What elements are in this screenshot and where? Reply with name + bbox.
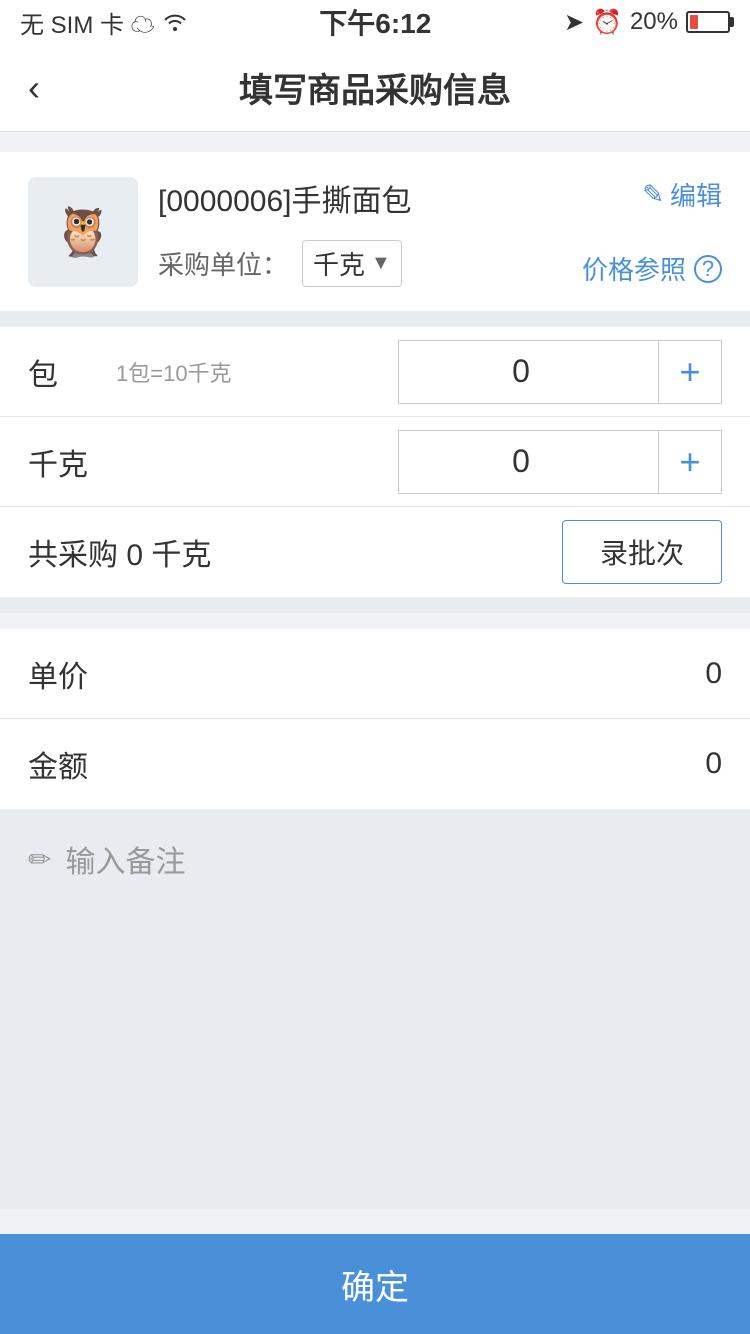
- amount-row: 金额 0: [0, 719, 750, 809]
- back-button[interactable]: ‹: [28, 67, 40, 109]
- price-info-section: 单价 0 金额 0: [0, 629, 750, 809]
- total-purchase-text: 共采购 0 千克: [28, 530, 211, 574]
- kg-field-wrap: +: [398, 430, 722, 494]
- unit-dropdown[interactable]: 千克 ▼: [302, 240, 402, 287]
- product-name: [0000006]手撕面包: [158, 176, 722, 220]
- confirm-button[interactable]: 确定: [0, 1234, 750, 1334]
- unit-price-value: 0: [705, 657, 722, 691]
- pencil-icon: ✏: [28, 843, 51, 876]
- remark-section[interactable]: ✏ 输入备注: [0, 809, 750, 1009]
- kg-quantity-input[interactable]: [398, 430, 658, 494]
- bag-plus-button[interactable]: +: [658, 340, 722, 404]
- alarm-icon: ⏰: [592, 8, 622, 37]
- remark-input-row: ✏ 输入备注: [28, 837, 722, 881]
- status-bar: 无 SIM 卡 ☁ 下午6:12 ➤ ⏰ 20%: [0, 0, 750, 44]
- nav-bar: ‹ 填写商品采购信息: [0, 44, 750, 132]
- bag-label: 包: [28, 350, 108, 394]
- location-icon: ➤: [564, 8, 584, 37]
- product-card: 🦉 [0000006]手撕面包 采购单位： 千克 ▼ ✎ 编辑 价格参照 ?: [0, 152, 750, 311]
- amount-label: 金额: [28, 742, 88, 786]
- edit-label: 编辑: [670, 176, 722, 213]
- edit-button[interactable]: ✎ 编辑: [642, 176, 722, 213]
- input-section: 包 1包=10千克 + 千克 +: [0, 327, 750, 507]
- battery-text: 20%: [630, 8, 678, 36]
- bag-input-row: 包 1包=10千克 +: [0, 327, 750, 417]
- kg-plus-button[interactable]: +: [658, 430, 722, 494]
- unit-label: 采购单位：: [158, 245, 288, 282]
- bag-field-wrap: +: [398, 340, 722, 404]
- section-divider-2: [0, 597, 750, 613]
- unit-price-row: 单价 0: [0, 629, 750, 719]
- status-time: 下午6:12: [319, 2, 431, 42]
- help-icon: ?: [694, 255, 722, 283]
- price-ref-button[interactable]: 价格参照 ?: [582, 250, 722, 287]
- dropdown-arrow-icon: ▼: [371, 252, 391, 275]
- edit-icon: ✎: [642, 179, 664, 210]
- bag-quantity-input[interactable]: [398, 340, 658, 404]
- no-sim-text: 无 SIM 卡 ☁: [20, 5, 155, 40]
- product-image: 🦉: [28, 177, 138, 287]
- product-logo: 🦉: [53, 203, 113, 260]
- kg-label: 千克: [28, 440, 108, 484]
- batch-record-button[interactable]: 录批次: [562, 520, 722, 584]
- amount-value: 0: [705, 747, 722, 781]
- price-ref-label: 价格参照: [582, 250, 686, 287]
- unit-value: 千克: [313, 245, 365, 282]
- section-divider-1: [0, 311, 750, 327]
- page-title: 填写商品采购信息: [239, 63, 511, 112]
- bottom-spacer: [0, 1009, 750, 1209]
- wifi-icon: [163, 13, 187, 31]
- bag-sub-label: 1包=10千克: [116, 356, 398, 388]
- remark-placeholder: 输入备注: [65, 837, 185, 881]
- status-left: 无 SIM 卡 ☁: [20, 5, 187, 40]
- summary-row: 共采购 0 千克 录批次: [0, 507, 750, 597]
- battery-icon: [686, 11, 730, 33]
- kg-input-row: 千克 +: [0, 417, 750, 507]
- unit-price-label: 单价: [28, 652, 88, 696]
- status-right: ➤ ⏰ 20%: [564, 8, 730, 37]
